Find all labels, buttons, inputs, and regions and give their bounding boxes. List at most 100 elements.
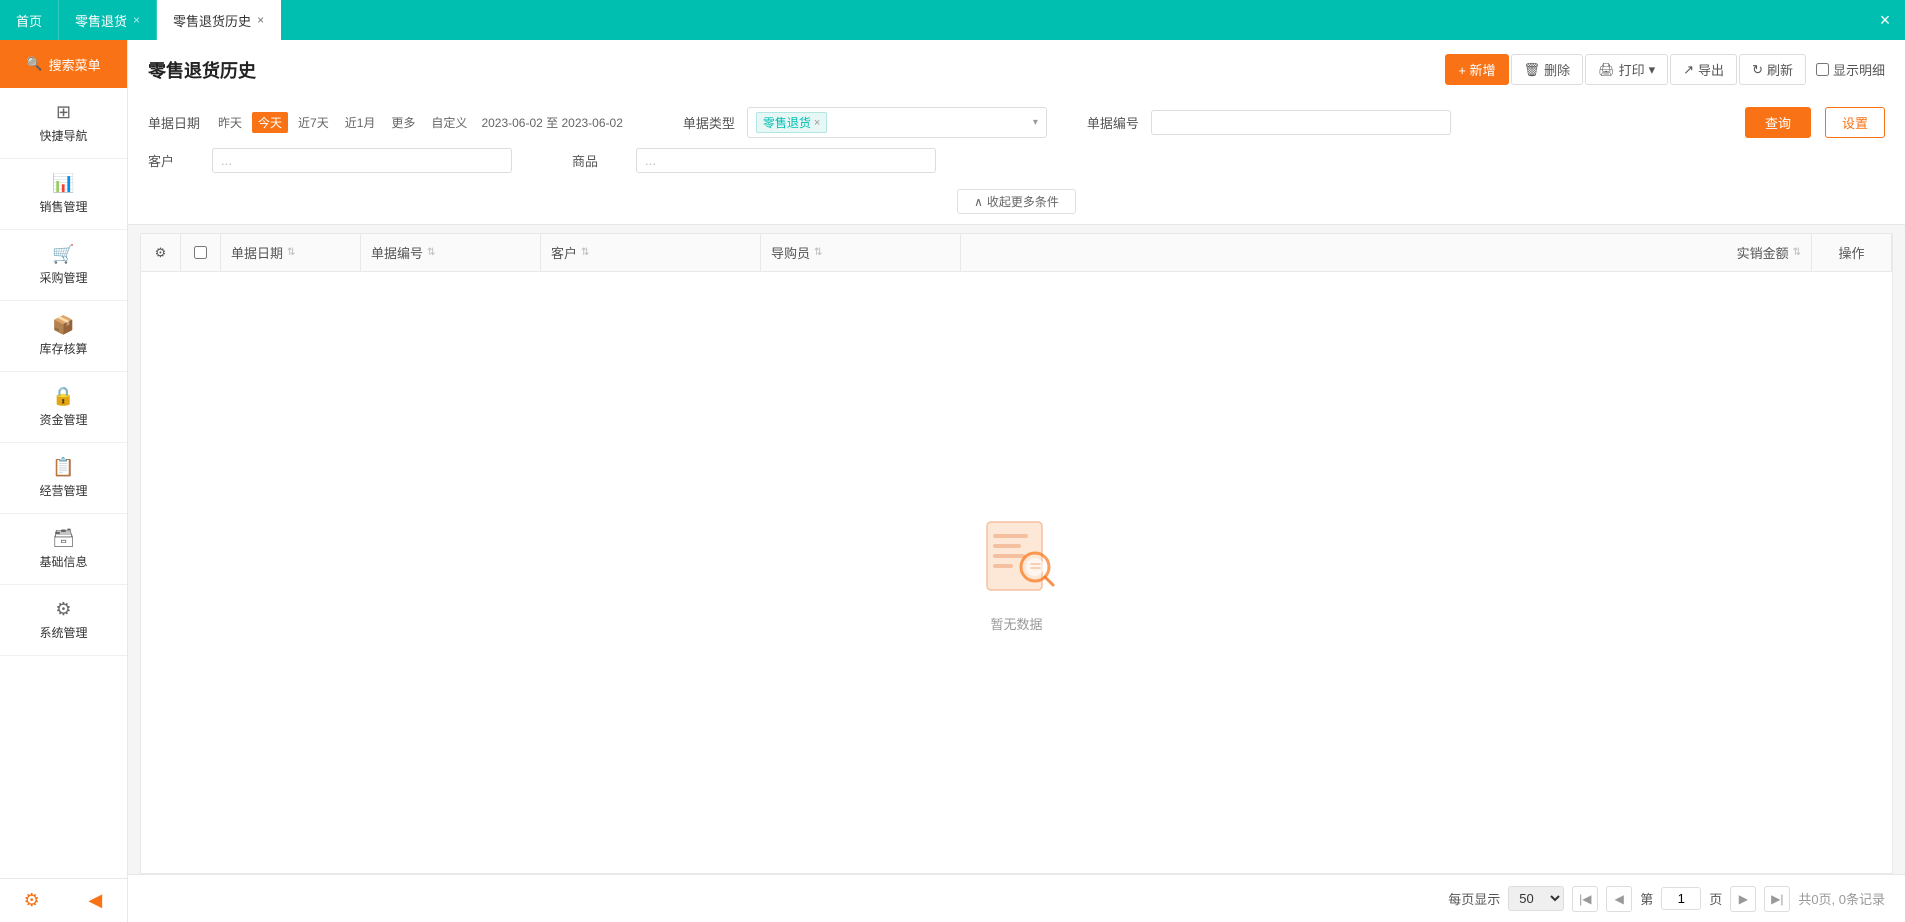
sidebar-item-purchase-label: 采购管理 (39, 269, 87, 286)
tab-retail-return-close[interactable]: × (133, 13, 140, 27)
tab-retail-return-history-close[interactable]: × (257, 13, 264, 27)
date-opt-more[interactable]: 更多 (385, 112, 421, 133)
sidebar-item-inventory-label: 库存核算 (39, 340, 87, 357)
billno-filter-label: 单据编号 (1087, 113, 1143, 132)
print-label: 打印 (1619, 60, 1645, 79)
sidebar-item-inventory[interactable]: 📦 库存核算 (0, 301, 127, 372)
date-opt-1month[interactable]: 近1月 (339, 112, 382, 133)
tab-retail-return-label: 零售退货 (75, 11, 127, 30)
date-opt-custom[interactable]: 自定义 (425, 112, 473, 133)
sidebar-item-quicknav[interactable]: ⊞ 快捷导航 (0, 88, 127, 159)
tab-home[interactable]: 首页 (0, 0, 59, 40)
refresh-label: 刷新 (1767, 60, 1793, 79)
query-button[interactable]: 查询 (1745, 107, 1811, 138)
filter-area: 单据日期 昨天 今天 近7天 近1月 更多 自定义 2023-06-02 至 2… (148, 97, 1885, 224)
settings-button[interactable]: 设置 (1825, 107, 1885, 138)
collapse-button[interactable]: ∧ 收起更多条件 (957, 189, 1076, 214)
page-number-input[interactable] (1661, 887, 1701, 910)
th-amount[interactable]: 实销金额 ⇅ (961, 234, 1812, 271)
goods-filter-label: 商品 (572, 151, 628, 170)
sidebar-search[interactable]: 🔍 搜索菜单 (0, 40, 127, 88)
type-select[interactable]: 零售退货 × ▾ (747, 107, 1047, 138)
tab-retail-return-history[interactable]: 零售退货历史 × (157, 0, 281, 40)
page-title: 零售退货历史 (148, 57, 256, 83)
business-icon: 📋 (52, 457, 74, 478)
last-page-button[interactable]: ▶| (1764, 886, 1790, 912)
export-button[interactable]: ↗ 导出 (1670, 54, 1737, 85)
type-tag-close[interactable]: × (814, 117, 820, 129)
empty-illustration (967, 512, 1067, 602)
type-tag-label: 零售退货 (763, 114, 811, 131)
billno-input[interactable] (1151, 110, 1451, 135)
date-options: 昨天 今天 近7天 近1月 更多 自定义 (212, 112, 473, 133)
sidebar-item-quicknav-label: 快捷导航 (39, 127, 87, 144)
type-filter-label: 单据类型 (683, 113, 739, 132)
delete-icon: 🗑 (1524, 62, 1541, 78)
empty-state: 暂无数据 (141, 272, 1892, 873)
sidebar-item-business[interactable]: 📋 经营管理 (0, 443, 127, 514)
collapse-bar: ∧ 收起更多条件 (148, 183, 1885, 224)
th-date[interactable]: 单据日期 ⇅ (221, 234, 361, 271)
finance-icon: 🔒 (52, 386, 74, 407)
sidebar-item-baseinfo[interactable]: 🗃 基础信息 (0, 514, 127, 585)
th-guide-sort-icon: ⇅ (814, 247, 822, 258)
sidebar: 🔍 搜索菜单 ⊞ 快捷导航 📊 销售管理 🛒 采购管理 📦 库存核算 🔒 资金管… (0, 40, 128, 922)
refresh-button[interactable]: ↻ 刷新 (1739, 54, 1806, 85)
date-opt-7days[interactable]: 近7天 (292, 112, 335, 133)
th-op-label: 操作 (1838, 243, 1864, 262)
type-select-arrow: ▾ (1033, 117, 1038, 128)
show-detail-input[interactable] (1816, 63, 1829, 76)
search-icon: 🔍 (26, 56, 42, 72)
window-close-button[interactable]: × (1865, 0, 1905, 40)
first-page-button[interactable]: |◀ (1572, 886, 1598, 912)
filter-row-1: 单据日期 昨天 今天 近7天 近1月 更多 自定义 2023-06-02 至 2… (148, 107, 1885, 138)
tab-retail-return-history-label: 零售退货历史 (173, 11, 251, 30)
th-checkbox[interactable] (181, 234, 221, 271)
empty-text: 暂无数据 (990, 614, 1042, 633)
th-amount-label: 实销金额 (1737, 243, 1789, 262)
pagination-bar: 每页显示 50 20 100 |◀ ◀ 第 页 ▶ ▶| 共0页, 0条记录 (128, 874, 1905, 922)
th-settings[interactable]: ⚙ (141, 234, 181, 271)
add-button[interactable]: + 新增 (1445, 54, 1508, 85)
sidebar-item-sales-label: 销售管理 (39, 198, 87, 215)
page-size-label: 每页显示 (1448, 889, 1500, 908)
type-tag: 零售退货 × (756, 112, 827, 133)
prev-page-button[interactable]: ◀ (1606, 886, 1632, 912)
system-icon: ⚙ (55, 599, 71, 620)
sidebar-item-purchase[interactable]: 🛒 采购管理 (0, 230, 127, 301)
show-detail-checkbox[interactable]: 显示明细 (1816, 60, 1885, 79)
main-layout: 🔍 搜索菜单 ⊞ 快捷导航 📊 销售管理 🛒 采购管理 📦 库存核算 🔒 资金管… (0, 40, 1905, 922)
sidebar-collapse-button[interactable]: ◀ (64, 879, 128, 922)
date-opt-today[interactable]: 今天 (252, 112, 288, 133)
next-page-button[interactable]: ▶ (1730, 886, 1756, 912)
purchase-icon: 🛒 (52, 244, 74, 265)
export-icon: ↗ (1683, 62, 1694, 78)
customer-input[interactable] (212, 148, 512, 173)
sidebar-settings-button[interactable]: ⚙ (0, 879, 64, 922)
th-guide[interactable]: 导购员 ⇅ (761, 234, 961, 271)
select-all-checkbox[interactable] (194, 246, 207, 259)
date-opt-yesterday[interactable]: 昨天 (212, 112, 248, 133)
export-label: 导出 (1698, 60, 1724, 79)
page-size-select[interactable]: 50 20 100 (1508, 886, 1564, 911)
sidebar-item-sales[interactable]: 📊 销售管理 (0, 159, 127, 230)
print-button[interactable]: 🖨 打印 ▾ (1585, 54, 1668, 85)
filter-row-2: 客户 商品 (148, 148, 1885, 173)
tab-list: 首页 零售退货 × 零售退货历史 × (0, 0, 1865, 40)
baseinfo-icon: 🗃 (52, 528, 75, 549)
page-suffix: 页 (1709, 889, 1722, 908)
th-customer-sort-icon: ⇅ (581, 247, 589, 258)
sidebar-item-system[interactable]: ⚙ 系统管理 (0, 585, 127, 656)
date-filter-label: 单据日期 (148, 113, 204, 132)
print-icon: 🖨 (1598, 62, 1615, 78)
collapse-icon: ∧ (974, 195, 983, 209)
th-op: 操作 (1812, 234, 1892, 271)
th-billno[interactable]: 单据编号 ⇅ (361, 234, 541, 271)
sidebar-search-label: 搜索菜单 (49, 55, 101, 74)
th-customer[interactable]: 客户 ⇅ (541, 234, 761, 271)
delete-button[interactable]: 🗑 删除 (1511, 54, 1584, 85)
sidebar-item-finance[interactable]: 🔒 资金管理 (0, 372, 127, 443)
tab-retail-return[interactable]: 零售退货 × (59, 0, 157, 40)
goods-input[interactable] (636, 148, 936, 173)
table-header: ⚙ 单据日期 ⇅ 单据编号 ⇅ 客户 ⇅ 导购员 (141, 234, 1892, 272)
